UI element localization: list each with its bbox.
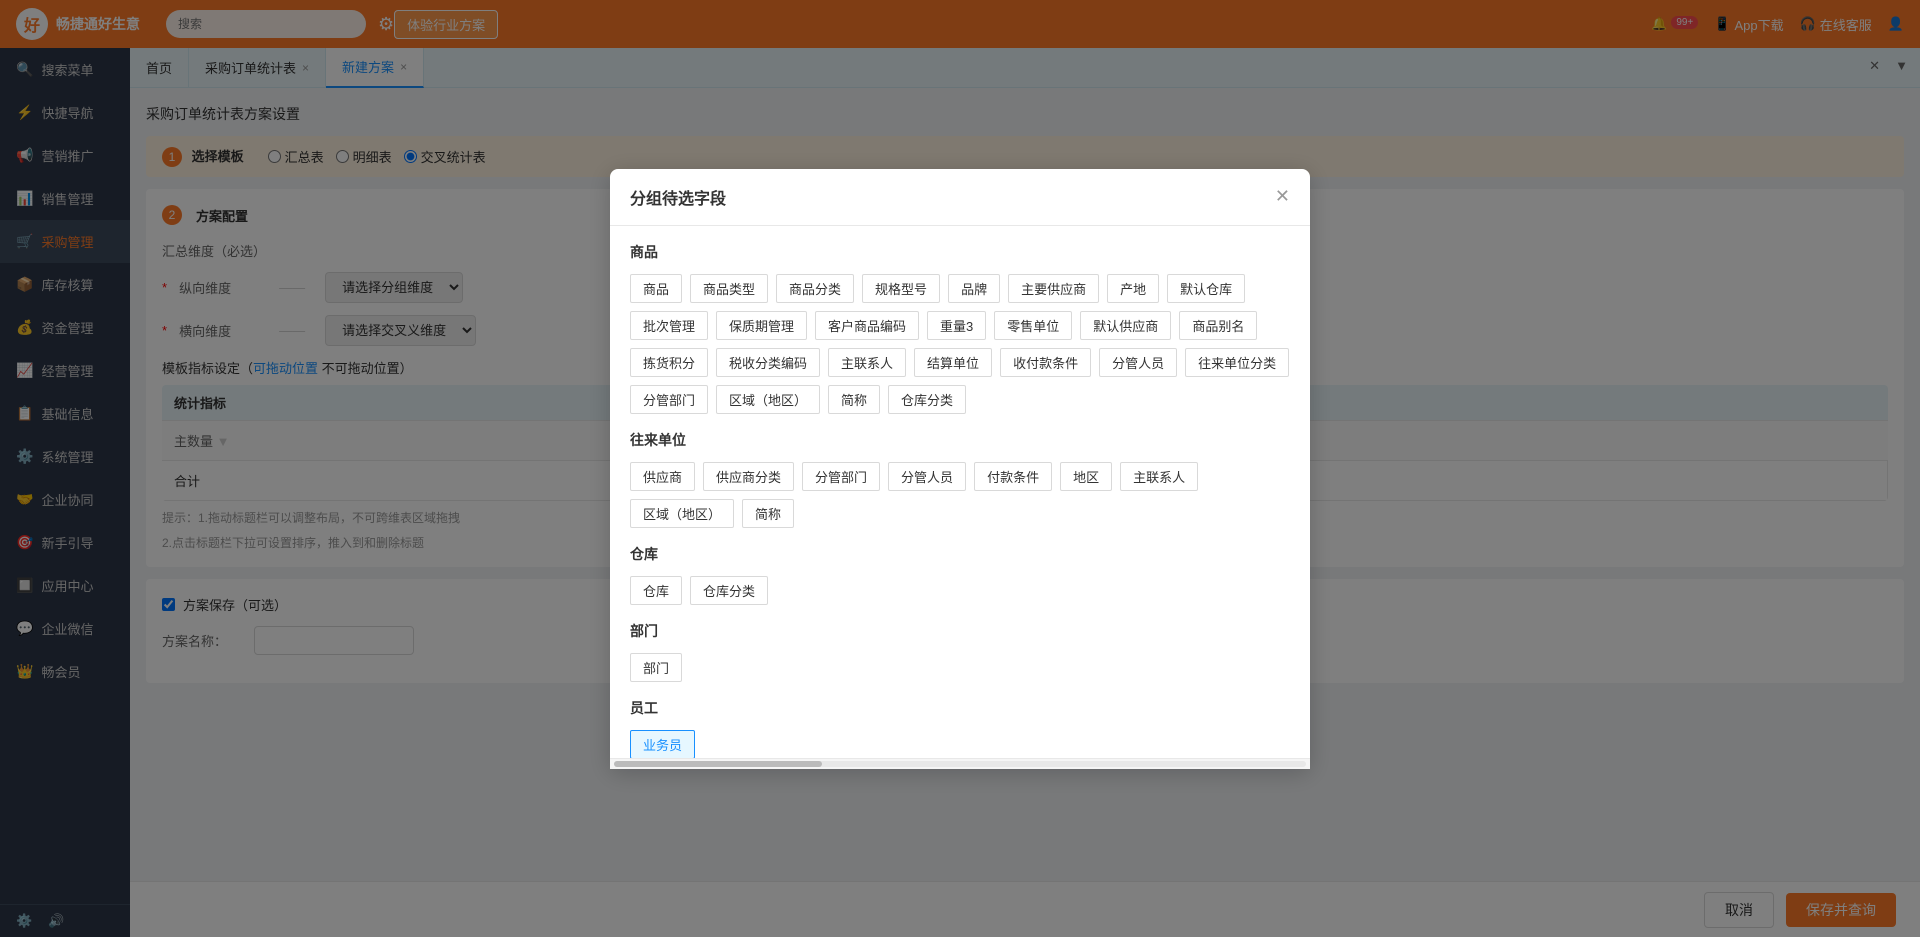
section-warehouse-title: 仓库 [630,544,1290,564]
warehouse-tags: 仓库 仓库分类 [630,576,1290,605]
tag-short-name[interactable]: 简称 [828,385,880,414]
modal-overlay: 分组待选字段 ✕ 商品 商品 商品类型 商品分类 规格型号 品牌 主要供应商 产… [0,0,1920,937]
section-staff-title: 员工 [630,698,1290,718]
product-tags: 商品 商品类型 商品分类 规格型号 品牌 主要供应商 产地 默认仓库 批次管理 … [630,274,1290,414]
tag-partner-category[interactable]: 往来单位分类 [1185,348,1289,377]
tag-settlement-unit[interactable]: 结算单位 [914,348,992,377]
tag-main-contact[interactable]: 主联系人 [828,348,906,377]
tag-manager[interactable]: 分管人员 [1099,348,1177,377]
partner-tags: 供应商 供应商分类 分管部门 分管人员 付款条件 地区 主联系人 区域（地区） … [630,462,1290,528]
tag-shelf-life[interactable]: 保质期管理 [716,311,807,340]
tag-region2[interactable]: 区域（地区） [630,499,734,528]
modal-body: 商品 商品 商品类型 商品分类 规格型号 品牌 主要供应商 产地 默认仓库 批次… [610,226,1310,758]
tag-dept-managed[interactable]: 分管部门 [630,385,708,414]
tag-payment-terms[interactable]: 收付款条件 [1000,348,1091,377]
tag-product-category[interactable]: 商品分类 [776,274,854,303]
modal-header: 分组待选字段 ✕ [610,169,1310,226]
tag-origin[interactable]: 产地 [1107,274,1159,303]
tag-product[interactable]: 商品 [630,274,682,303]
tag-main-contact2[interactable]: 主联系人 [1120,462,1198,491]
section-dept-title: 部门 [630,621,1290,641]
tag-default-supplier[interactable]: 默认供应商 [1080,311,1171,340]
section-partner-title: 往来单位 [630,430,1290,450]
tag-brand[interactable]: 品牌 [948,274,1000,303]
tag-warehouse-cat[interactable]: 仓库分类 [888,385,966,414]
tag-weight3[interactable]: 重量3 [927,311,986,340]
tag-retail-unit[interactable]: 零售单位 [994,311,1072,340]
tag-department[interactable]: 部门 [630,653,682,682]
tag-main-supplier[interactable]: 主要供应商 [1008,274,1099,303]
tag-area[interactable]: 地区 [1060,462,1112,491]
tag-batch-mgmt[interactable]: 批次管理 [630,311,708,340]
tag-tax-code[interactable]: 税收分类编码 [716,348,820,377]
tag-supplier-cat[interactable]: 供应商分类 [703,462,794,491]
tag-payment-cond[interactable]: 付款条件 [974,462,1052,491]
tag-staff-managed[interactable]: 分管人员 [888,462,966,491]
tag-warehouse-category[interactable]: 仓库分类 [690,576,768,605]
tag-short-name2[interactable]: 简称 [742,499,794,528]
tag-pick-points[interactable]: 拣货积分 [630,348,708,377]
dept-tags: 部门 [630,653,1290,682]
modal-dialog: 分组待选字段 ✕ 商品 商品 商品类型 商品分类 规格型号 品牌 主要供应商 产… [610,169,1310,769]
modal-scroll-bottom[interactable] [610,758,1310,769]
tag-spec-type[interactable]: 规格型号 [862,274,940,303]
tag-product-type[interactable]: 商品类型 [690,274,768,303]
tag-product-alias[interactable]: 商品别名 [1179,311,1257,340]
tag-supplier[interactable]: 供应商 [630,462,695,491]
modal-title: 分组待选字段 [630,185,726,209]
tag-default-warehouse[interactable]: 默认仓库 [1167,274,1245,303]
staff-tags: 业务员 [630,730,1290,758]
tag-dept[interactable]: 分管部门 [802,462,880,491]
tag-customer-code[interactable]: 客户商品编码 [815,311,919,340]
section-product-title: 商品 [630,242,1290,262]
modal-close-icon[interactable]: ✕ [1275,186,1290,207]
tag-region[interactable]: 区域（地区） [716,385,820,414]
tag-salesperson[interactable]: 业务员 [630,730,695,758]
tag-warehouse[interactable]: 仓库 [630,576,682,605]
horizontal-scrollbar-thumb[interactable] [614,761,822,767]
